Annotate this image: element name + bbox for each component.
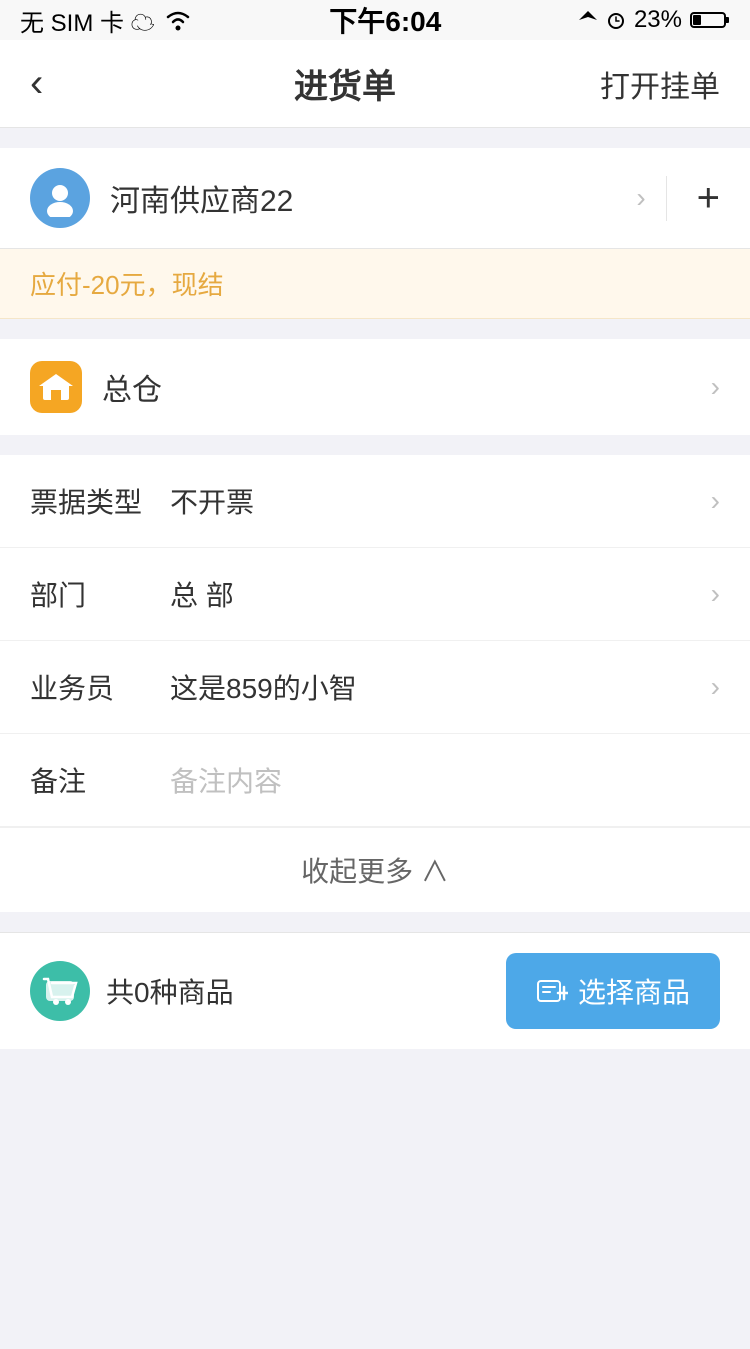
form-label-remark: 备注: [30, 760, 160, 800]
warehouse-icon: [30, 361, 82, 413]
supplier-row[interactable]: 河南供应商22 › +: [0, 148, 750, 249]
form-label-department: 部门: [30, 574, 160, 614]
select-product-icon: [536, 977, 568, 1005]
form-row-remark[interactable]: 备注 备注内容: [0, 734, 750, 827]
supplier-section: 河南供应商22 › + 应付-20元，现结: [0, 148, 750, 319]
form-value-ticket: 不开票: [170, 481, 711, 521]
supplier-avatar: [30, 168, 90, 228]
form-label-salesperson: 业务员: [30, 667, 160, 707]
collapse-button[interactable]: 收起更多 ∧: [0, 827, 750, 912]
form-value-salesperson: 这是859的小智: [170, 667, 711, 707]
salesperson-chevron-icon: ›: [711, 671, 720, 703]
status-bar: 无 SIM 卡 ☁ 下午6:04 23%: [0, 0, 750, 40]
form-row-salesperson[interactable]: 业务员 这是859的小智 ›: [0, 641, 750, 734]
open-pending-button[interactable]: 打开挂单: [600, 62, 720, 106]
supplier-name: 河南供应商22: [110, 176, 636, 220]
page-background: [0, 1049, 750, 1349]
product-cart-icon: [30, 961, 90, 1021]
status-time: 下午6:04: [329, 0, 441, 40]
status-left: 无 SIM 卡 ☁: [20, 3, 193, 38]
ticket-chevron-icon: ›: [711, 485, 720, 517]
no-sim-label: 无 SIM 卡 ☁: [20, 3, 155, 38]
supplier-add-button[interactable]: +: [666, 176, 720, 221]
select-product-label: 选择商品: [578, 971, 690, 1011]
product-count-label: 共0种商品: [106, 971, 506, 1011]
department-chevron-icon: ›: [711, 578, 720, 610]
supplier-notice: 应付-20元，现结: [0, 249, 750, 319]
form-value-remark[interactable]: 备注内容: [170, 760, 720, 800]
person-icon: [41, 179, 79, 217]
supplier-chevron-icon: ›: [636, 182, 645, 214]
back-button[interactable]: ‹: [30, 61, 90, 106]
alarm-icon: [606, 10, 626, 30]
nav-bar: ‹ 进货单 打开挂单: [0, 40, 750, 128]
battery-icon: [690, 10, 730, 30]
battery-label: 23%: [634, 6, 682, 34]
select-product-button[interactable]: 选择商品: [506, 953, 720, 1029]
warehouse-row[interactable]: 总仓 ›: [0, 339, 750, 435]
form-row-ticket[interactable]: 票据类型 不开票 ›: [0, 455, 750, 548]
location-icon: [578, 10, 598, 30]
top-divider: [0, 128, 750, 148]
warehouse-name: 总仓: [102, 365, 711, 409]
status-right: 23%: [578, 6, 730, 34]
form-label-ticket: 票据类型: [30, 481, 160, 521]
wifi-icon: [163, 9, 193, 31]
warehouse-section: 总仓 ›: [0, 339, 750, 435]
form-row-department[interactable]: 部门 总 部 ›: [0, 548, 750, 641]
form-value-department: 总 部: [170, 574, 711, 614]
warehouse-chevron-icon: ›: [711, 371, 720, 403]
bottom-bar: 共0种商品 选择商品: [0, 932, 750, 1049]
page-title: 进货单: [294, 59, 396, 108]
form-section: 票据类型 不开票 › 部门 总 部 › 业务员 这是859的小智 › 备注 备注…: [0, 455, 750, 912]
